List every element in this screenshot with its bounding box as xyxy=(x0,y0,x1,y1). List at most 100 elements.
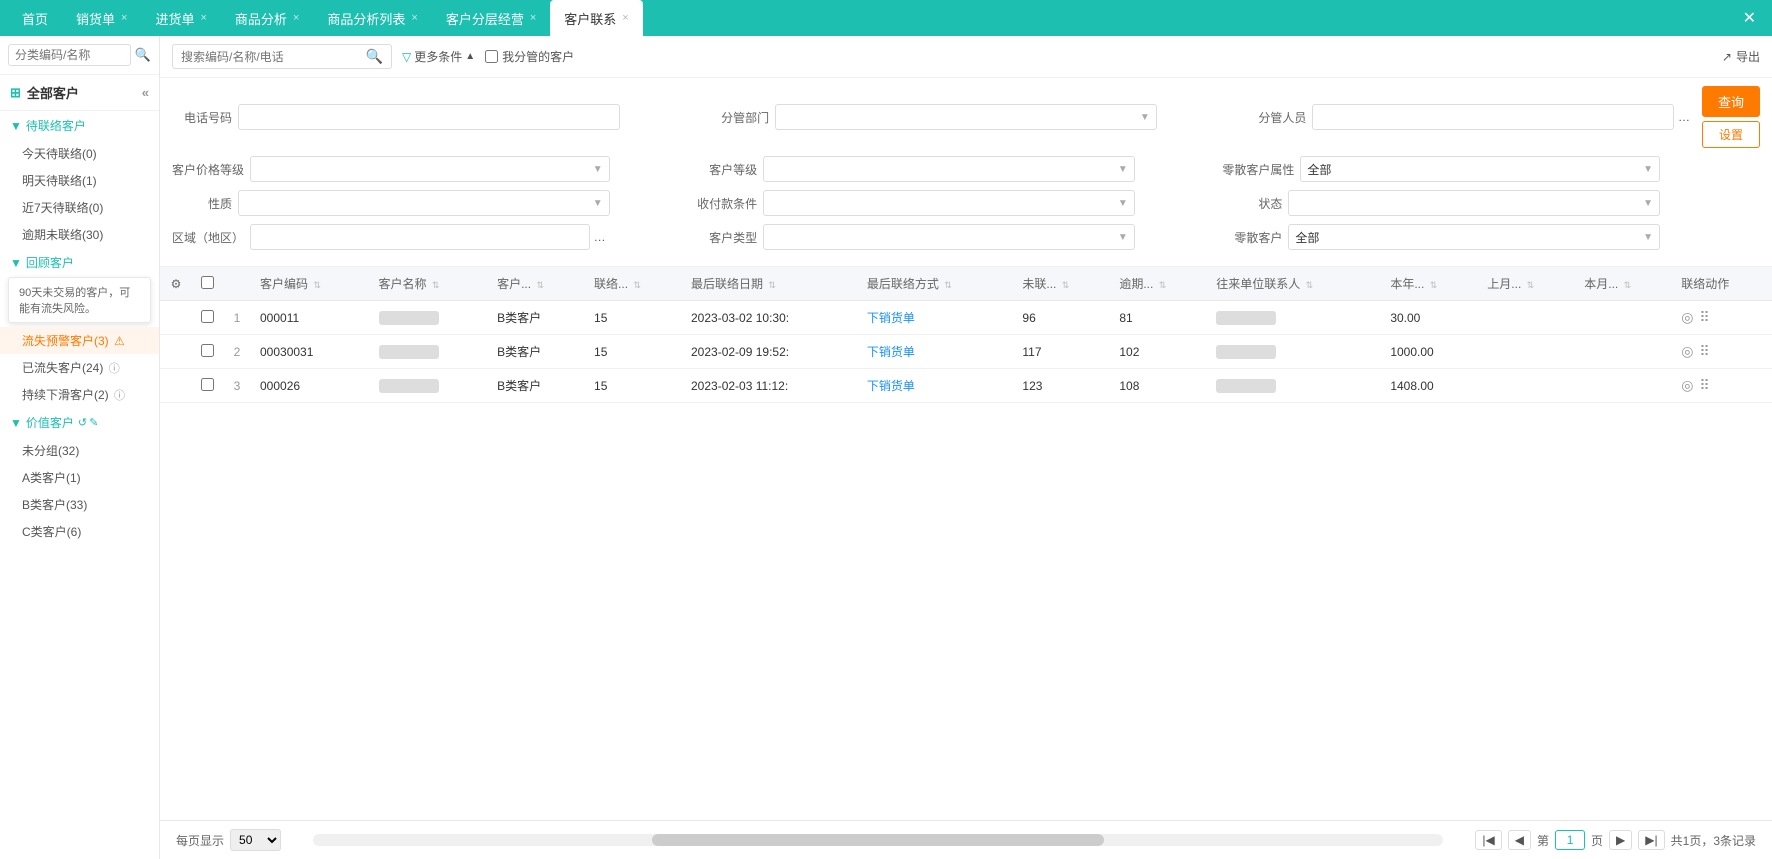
tab-sales-close[interactable]: × xyxy=(121,12,127,24)
settings-btn[interactable]: 设置 xyxy=(1702,121,1760,148)
filter-person-more-btn[interactable]: … xyxy=(1674,110,1694,124)
col-name[interactable]: 客户名称 ⇅ xyxy=(371,267,490,301)
tab-analysis-list-close[interactable]: × xyxy=(411,12,417,24)
row-last-type-cell[interactable]: 下销货单 xyxy=(859,301,1015,335)
sidebar-item-today-pending[interactable]: 今天待联络(0) xyxy=(0,140,159,167)
query-btn[interactable]: 查询 xyxy=(1702,86,1760,117)
sidebar-group-value[interactable]: ▼ 价值客户 ↺ ✎ xyxy=(0,408,159,437)
action-contact-icon[interactable]: ◎ xyxy=(1681,309,1693,326)
row-last-type-cell[interactable]: 下销货单 xyxy=(859,335,1015,369)
chevron-down-icon-2: ▼ xyxy=(593,164,603,175)
tab-customer-layer-close[interactable]: × xyxy=(530,12,536,24)
sidebar-search-input[interactable] xyxy=(8,44,131,66)
filter-customer-type: 客户类型 ▼ xyxy=(697,224,1135,250)
sidebar-item-class-c[interactable]: C类客户(6) xyxy=(0,518,159,545)
select-all-checkbox[interactable] xyxy=(201,276,214,289)
filter-payment-select[interactable]: ▼ xyxy=(763,190,1135,216)
row-last-type-cell[interactable]: 下销货单 xyxy=(859,369,1015,403)
row-action-cell: ◎ ⠿ xyxy=(1673,369,1772,403)
col-this-month[interactable]: 本月... ⇅ xyxy=(1576,267,1673,301)
row-checkbox-cell xyxy=(192,369,222,403)
col-last-date[interactable]: 最后联络日期 ⇅ xyxy=(683,267,859,301)
toolbar-filter-btn[interactable]: ▽ 更多条件 ▲ xyxy=(402,48,475,65)
action-contact-icon[interactable]: ◎ xyxy=(1681,377,1693,394)
tab-sales[interactable]: 销货单 × xyxy=(62,0,141,36)
col-code[interactable]: 客户编码 ⇅ xyxy=(252,267,371,301)
horizontal-scrollbar[interactable] xyxy=(281,834,1475,846)
action-contact-icon[interactable]: ◎ xyxy=(1681,343,1693,360)
collapse-icon[interactable]: « xyxy=(142,85,149,100)
toolbar-my-customers-checkbox[interactable]: 我分管的客户 xyxy=(485,48,574,65)
row-checkbox[interactable] xyxy=(201,310,214,323)
page-number-input[interactable] xyxy=(1555,830,1585,850)
sort-arrows-last-type: ⇅ xyxy=(944,280,952,290)
tab-purchase[interactable]: 进货单 × xyxy=(141,0,220,36)
sidebar-item-7days-pending[interactable]: 近7天待联络(0) xyxy=(0,194,159,221)
col-contact[interactable]: 联络... ⇅ xyxy=(586,267,683,301)
tab-analysis[interactable]: 商品分析 × xyxy=(221,0,313,36)
tab-analysis-list[interactable]: 商品分析列表 × xyxy=(313,0,431,36)
tab-customer-contact[interactable]: 客户联系 × xyxy=(550,0,642,36)
sort-arrows-overdue: ⇅ xyxy=(1159,280,1167,290)
toolbar-search-input[interactable] xyxy=(181,50,366,64)
filter-customer-level-select[interactable]: ▼ xyxy=(763,156,1135,182)
col-last-month[interactable]: 上月... ⇅ xyxy=(1479,267,1576,301)
col-uncontacted[interactable]: 未联... ⇅ xyxy=(1014,267,1111,301)
sidebar-search-icon[interactable]: 🔍 xyxy=(135,47,151,63)
col-settings[interactable]: ⚙ xyxy=(160,267,192,301)
toolbar-search-icon[interactable]: 🔍 xyxy=(366,48,383,65)
action-more-icon[interactable]: ⠿ xyxy=(1699,309,1709,326)
page-next-btn[interactable]: ▶ xyxy=(1609,830,1632,850)
col-overdue[interactable]: 逾期... ⇅ xyxy=(1111,267,1208,301)
sidebar-item-tomorrow-pending[interactable]: 明天待联络(1) xyxy=(0,167,159,194)
sidebar-item-overdue-pending[interactable]: 逾期未联络(30) xyxy=(0,221,159,248)
refresh-icon[interactable]: ↺ xyxy=(78,416,87,429)
tab-analysis-close[interactable]: × xyxy=(293,12,299,24)
page-prev-btn[interactable]: ◀ xyxy=(1508,830,1531,850)
row-unit-contact-cell: blurred2 xyxy=(1208,301,1382,335)
action-more-icon[interactable]: ⠿ xyxy=(1699,377,1709,394)
tab-purchase-close[interactable]: × xyxy=(200,12,206,24)
filter-customer-type-select[interactable]: ▼ xyxy=(763,224,1135,250)
sidebar-group-review[interactable]: ▼ 回顾客户 xyxy=(0,248,159,277)
edit-icon[interactable]: ✎ xyxy=(89,416,98,429)
sidebar-item-churn-warning[interactable]: 流失预警客户(3) ⚠ xyxy=(0,327,159,354)
filter-phone-input[interactable] xyxy=(238,104,620,130)
my-customers-check[interactable] xyxy=(485,50,498,63)
sort-arrows-uncontacted: ⇅ xyxy=(1062,280,1070,290)
filter-zero-attr-select[interactable]: 全部 ▼ xyxy=(1300,156,1660,182)
sidebar-item-declining[interactable]: 持续下滑客户(2) ⓘ xyxy=(0,381,159,408)
filter-area-select[interactable] xyxy=(250,224,590,250)
page-size-area: 每页显示 50 100 xyxy=(176,829,281,851)
col-unit-contact[interactable]: 往来单位联系人 ⇅ xyxy=(1208,267,1382,301)
tab-customer-layer[interactable]: 客户分层经营 × xyxy=(432,0,550,36)
sidebar-all-customers[interactable]: ⊞ 全部客户 « xyxy=(0,75,159,111)
row-settings-cell xyxy=(160,369,192,403)
row-checkbox[interactable] xyxy=(201,378,214,391)
sidebar-item-churned[interactable]: 已流失客户(24) ⓘ xyxy=(0,354,159,381)
toolbar-export-btn[interactable]: ↗ 导出 xyxy=(1722,48,1760,65)
filter-dept-select[interactable]: ▼ xyxy=(775,104,1157,130)
global-close-btn[interactable]: ✕ xyxy=(1735,8,1764,28)
sidebar-item-class-b[interactable]: B类客户(33) xyxy=(0,491,159,518)
sidebar-item-ungrouped[interactable]: 未分组(32) xyxy=(0,437,159,464)
warning-icon: ⚠ xyxy=(114,334,125,348)
row-checkbox[interactable] xyxy=(201,344,214,357)
tab-customer-contact-close[interactable]: × xyxy=(622,12,628,24)
page-size-select[interactable]: 50 100 xyxy=(230,829,281,851)
filter-gender-select[interactable]: ▼ xyxy=(238,190,610,216)
action-more-icon[interactable]: ⠿ xyxy=(1699,343,1709,360)
tab-home[interactable]: 首页 xyxy=(8,0,62,36)
col-type[interactable]: 客户... ⇅ xyxy=(489,267,586,301)
filter-person-select[interactable] xyxy=(1312,104,1674,130)
col-last-type[interactable]: 最后联络方式 ⇅ xyxy=(859,267,1015,301)
filter-zero-customer-select[interactable]: 全部 ▼ xyxy=(1288,224,1660,250)
filter-area-more-btn[interactable]: … xyxy=(590,230,610,244)
page-first-btn[interactable]: |◀ xyxy=(1475,830,1501,850)
filter-price-level-select[interactable]: ▼ xyxy=(250,156,610,182)
page-last-btn[interactable]: ▶| xyxy=(1638,830,1664,850)
filter-status-select[interactable]: ▼ xyxy=(1288,190,1660,216)
sidebar-group-pending[interactable]: ▼ 待联络客户 xyxy=(0,111,159,140)
col-this-year[interactable]: 本年... ⇅ xyxy=(1382,267,1479,301)
sidebar-item-class-a[interactable]: A类客户(1) xyxy=(0,464,159,491)
